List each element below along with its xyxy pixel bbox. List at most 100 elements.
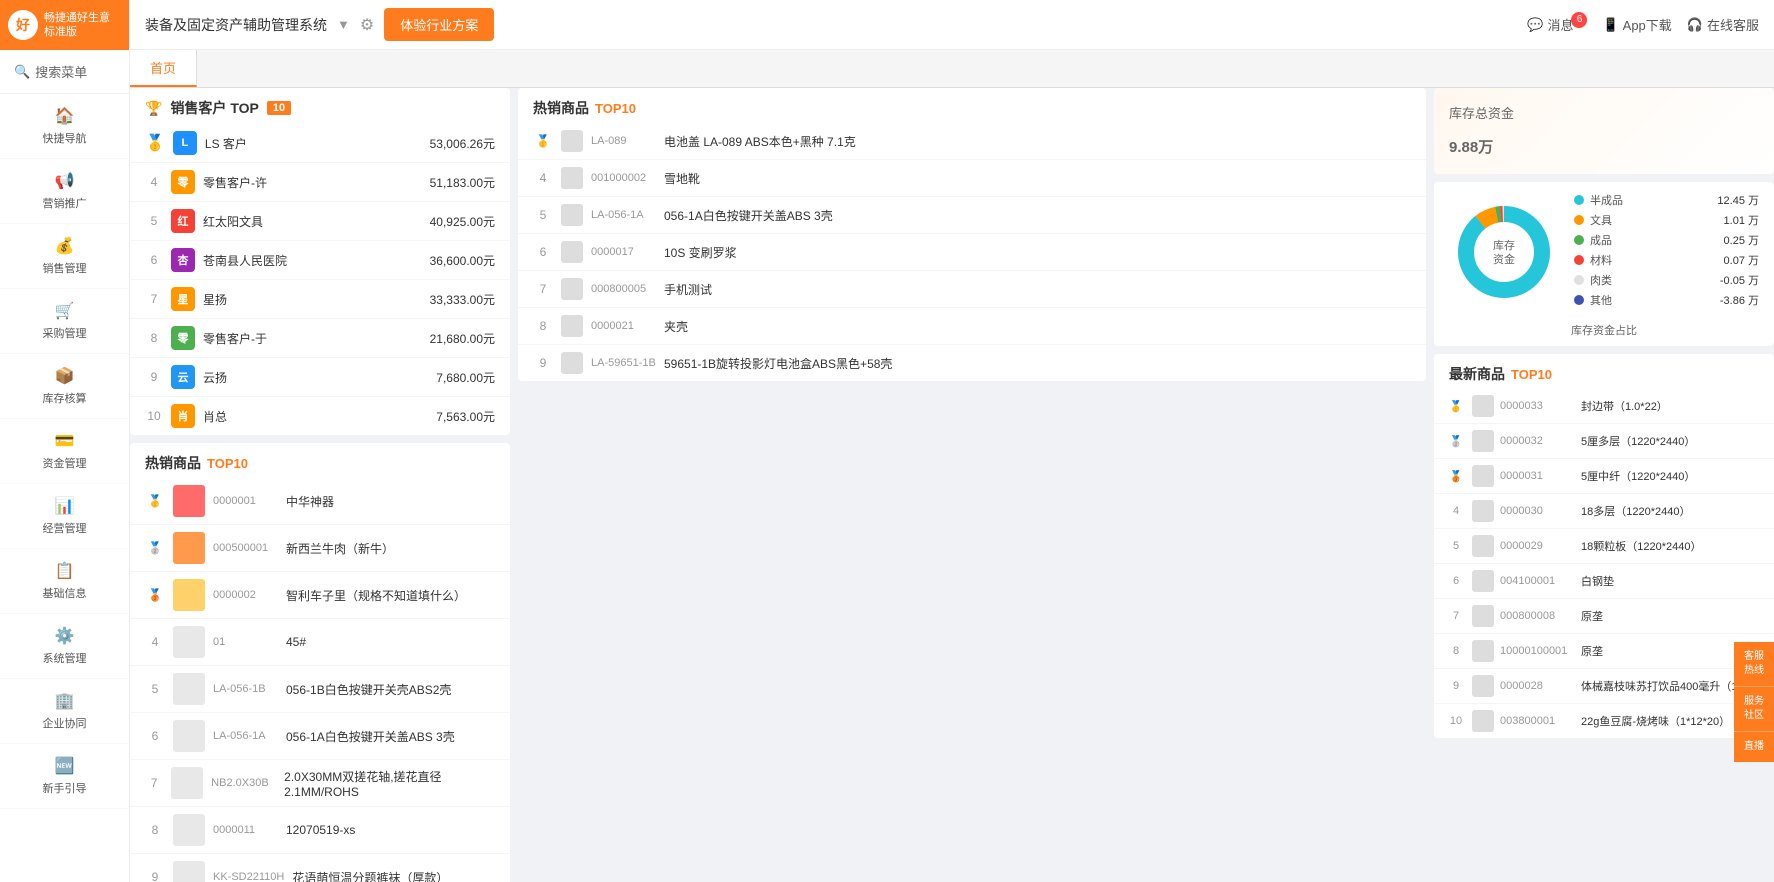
- sidebar-item-system[interactable]: ⚙️ 系统管理: [0, 614, 129, 679]
- hot-product-list-item: 4 001000002 雪地靴: [518, 160, 1426, 197]
- sidebar-item-quick-nav[interactable]: 🏠 快捷导航: [0, 94, 129, 159]
- gear-icon: ⚙️: [55, 626, 75, 646]
- content-left-panel: 🏆 销售客户 TOP 10 🥇 L LS 客户 53,006.26元 4 零 零…: [130, 88, 510, 882]
- product-image: [561, 278, 583, 300]
- product-image: [561, 352, 583, 374]
- svg-text:库存: 库存: [1493, 238, 1515, 252]
- card-icon: 💳: [55, 431, 75, 451]
- customer-list-item: 6 杏 苍南县人民医院 36,600.00元: [130, 241, 510, 280]
- sidebar-item-finance[interactable]: 💳 资金管理: [0, 419, 129, 484]
- chart-icon: 📊: [55, 496, 75, 516]
- newest-product-list-item: 4 0000030 18多层（1220*2440）: [1434, 494, 1774, 529]
- hot-products-title-row: 热销商品 TOP10: [130, 443, 510, 478]
- hot-product-list-item: 6 0000017 10S 变刷罗浆: [518, 234, 1426, 271]
- sidebar-item-enterprise[interactable]: 🏢 企业协同: [0, 679, 129, 744]
- gold-medal-icon: 🥇: [145, 133, 165, 153]
- hot-product-list-item: 5 LA-056-1A 056-1A白色按键开关盖ABS 3壳: [518, 197, 1426, 234]
- newest-product-list-item: 5 0000029 18颗粒板（1220*2440）: [1434, 529, 1774, 564]
- online-service-btn[interactable]: 🎧 在线客服: [1687, 15, 1759, 34]
- product-image: [173, 532, 205, 564]
- silver-medal-icon: 🥈: [145, 541, 165, 555]
- customer-list-item: 🥇 L LS 客户 53,006.26元: [130, 124, 510, 163]
- sidebar-item-marketing[interactable]: 📢 营销推广: [0, 159, 129, 224]
- home-icon: 🏠: [55, 106, 75, 126]
- sidebar-item-inventory[interactable]: 📦 库存核算: [0, 354, 129, 419]
- gold-medal-icon: 🥇: [1446, 400, 1466, 413]
- app-download-btn[interactable]: 📱 App下载: [1602, 15, 1671, 34]
- product-image: [1472, 430, 1494, 452]
- product-image: [173, 485, 205, 517]
- content-right-panel: 库存总资金 9.88万: [1434, 88, 1774, 882]
- megaphone-icon: 📢: [55, 171, 75, 191]
- product-image: [173, 814, 205, 846]
- tab-bar: 首页: [130, 50, 1774, 88]
- hot-products-left-card: 热销商品 TOP10 🥇 0000001 中华神器 🥈 000500001 新西…: [130, 443, 510, 882]
- sidebar-item-guide[interactable]: 🆕 新手引导: [0, 744, 129, 809]
- sidebar-item-sales[interactable]: 💰 销售管理: [0, 224, 129, 289]
- avatar: 肖: [171, 404, 195, 428]
- sales-customer-header: 🏆 销售客户 TOP 10: [130, 88, 510, 124]
- inventory-value: 9.88万: [1449, 127, 1759, 159]
- avatar: 红: [171, 209, 195, 233]
- avatar: 星: [171, 287, 195, 311]
- newest-product-list-item: 7 000800008 原垄: [1434, 599, 1774, 634]
- newest-products-card: 最新商品 TOP10 🥇 0000033 封边带（1.0*22） 🥈 00000…: [1434, 354, 1774, 738]
- customer-list-item: 5 红 红太阳文具 40,925.00元: [130, 202, 510, 241]
- product-image: [1472, 535, 1494, 557]
- product-image: [1472, 710, 1494, 732]
- inventory-card: 库存总资金 9.88万: [1434, 88, 1774, 174]
- product-image: [173, 579, 205, 611]
- customer-list-item: 8 零 零售客户-于 21,680.00元: [130, 319, 510, 358]
- bronze-medal-icon: 🥉: [145, 588, 165, 602]
- main-area: 装备及固定资产辅助管理系统 ▼ ⚙ 体验行业方案 💬 消息 6 📱 App下载 …: [130, 0, 1774, 882]
- product-image: [171, 767, 203, 799]
- customer-service-btn[interactable]: 客服热线: [1734, 642, 1774, 687]
- sidebar-search-btn[interactable]: 🔍 搜索菜单: [0, 50, 129, 94]
- avatar: L: [173, 131, 197, 155]
- logo-text: 畅捷通好生意 标准版: [44, 11, 110, 40]
- sidebar-logo: 好 畅捷通好生意 标准版: [0, 0, 129, 50]
- trophy-icon: 🏆: [145, 100, 162, 117]
- newest-title-row: 最新商品 TOP10: [1434, 354, 1774, 389]
- legend-item: 成品 0.25 万: [1574, 232, 1759, 248]
- sidebar-item-purchase[interactable]: 🛒 采购管理: [0, 289, 129, 354]
- hot-products-middle-title-row: 热销商品 TOP10: [518, 88, 1426, 123]
- bronze-medal-icon: 🥉: [1446, 470, 1466, 483]
- system-title: 装备及固定资产辅助管理系统: [145, 15, 327, 35]
- legend-dot: [1574, 195, 1584, 205]
- product-image: [1472, 605, 1494, 627]
- inventory-title: 库存总资金: [1449, 103, 1759, 122]
- product-image: [173, 720, 205, 752]
- legend-item: 材料 0.07 万: [1574, 252, 1759, 268]
- hot-product-list-item: 8 0000021 夹壳: [518, 308, 1426, 345]
- search-icon: 🔍: [14, 64, 30, 80]
- sales-customer-card: 🏆 销售客户 TOP 10 🥇 L LS 客户 53,006.26元 4 零 零…: [130, 88, 510, 435]
- customer-list-item: 10 肖 肖总 7,563.00元: [130, 397, 510, 435]
- hot-product-list-item: 8 0000011 12070519-xs: [130, 807, 510, 854]
- newest-product-list-item: 🥈 0000032 5厘多层（1220*2440）: [1434, 424, 1774, 459]
- headset-icon: 🎧: [1687, 17, 1703, 33]
- messages-btn[interactable]: 💬 消息 6: [1527, 15, 1587, 34]
- sidebar: 好 畅捷通好生意 标准版 🔍 搜索菜单 🏠 快捷导航 📢 营销推广 💰 销售管理…: [0, 0, 130, 882]
- sidebar-item-basic[interactable]: 📋 基础信息: [0, 549, 129, 614]
- product-image: [1472, 465, 1494, 487]
- newest-product-list-item: 🥉 0000031 5厘中纤（1220*2440）: [1434, 459, 1774, 494]
- live-btn[interactable]: 直播: [1734, 732, 1774, 762]
- sidebar-item-operation[interactable]: 📊 经营管理: [0, 484, 129, 549]
- hot-product-list-item: 7 000800005 手机测试: [518, 271, 1426, 308]
- donut-chart: 库存 资金: [1449, 197, 1559, 307]
- tab-home[interactable]: 首页: [130, 50, 197, 87]
- building-icon: 🏢: [55, 691, 75, 711]
- hot-product-list-item: 9 KK-SD22110H 花语萌恒温分题裤袜（厚款）: [130, 854, 510, 882]
- product-image: [1472, 395, 1494, 417]
- legend-dot: [1574, 275, 1584, 285]
- trial-button[interactable]: 体验行业方案: [384, 8, 494, 41]
- dropdown-arrow-icon[interactable]: ▼: [337, 17, 350, 32]
- newest-product-list-item: 🥇 0000033 封边带（1.0*22）: [1434, 389, 1774, 424]
- legend-dot: [1574, 295, 1584, 305]
- newest-product-list-item: 10 003800001 22g鱼豆腐-烧烤味（1*12*20）: [1434, 704, 1774, 738]
- product-image: [561, 167, 583, 189]
- community-btn[interactable]: 服务社区: [1734, 687, 1774, 732]
- product-image: [173, 626, 205, 658]
- settings-icon[interactable]: ⚙: [360, 15, 374, 35]
